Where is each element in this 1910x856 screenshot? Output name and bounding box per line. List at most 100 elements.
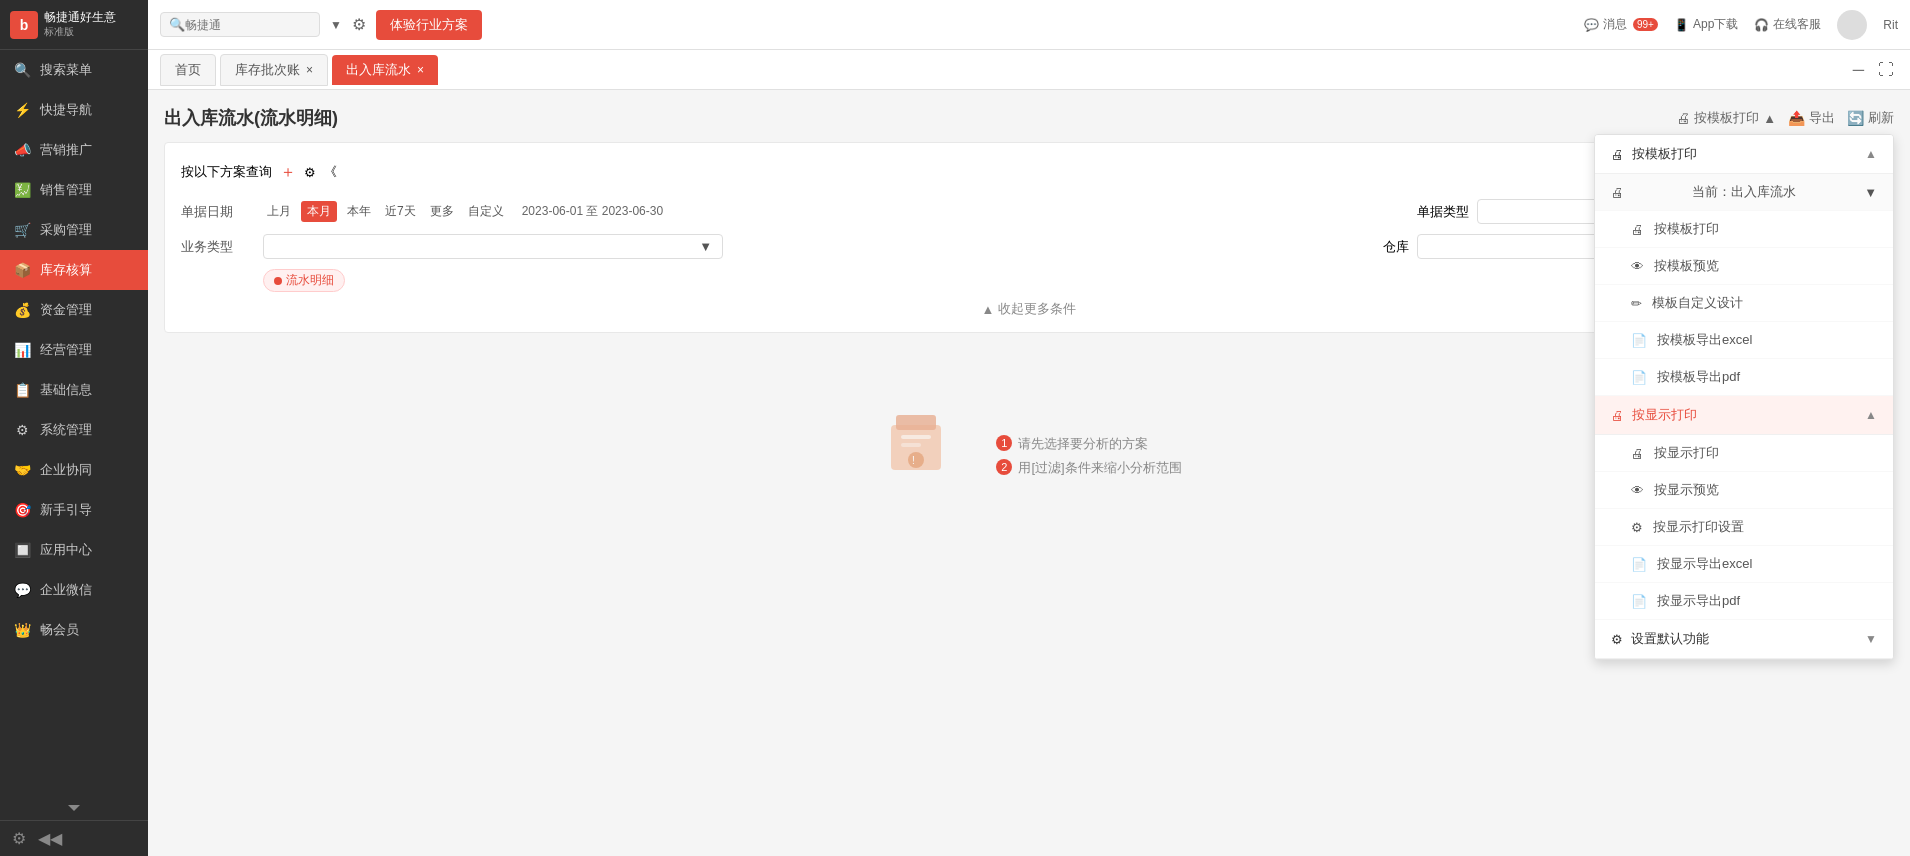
tab-expand-btn[interactable]: ⛶ — [1874, 57, 1898, 83]
app-download-btn[interactable]: 📱 App下载 — [1674, 16, 1738, 33]
sidebar-item-purchase[interactable]: 🛒 采购管理 — [0, 210, 148, 250]
search-chevron-icon[interactable]: ▼ — [330, 18, 342, 32]
date-shortcut-this-month[interactable]: 本月 — [301, 201, 337, 222]
tab-batch-ledger[interactable]: 库存批次账 × — [220, 54, 328, 86]
date-shortcut-more[interactable]: 更多 — [426, 201, 458, 222]
sidebar-label-sales: 销售管理 — [40, 181, 92, 199]
display-print-label: 按显示打印 — [1654, 444, 1719, 462]
sidebar-item-search[interactable]: 🔍 搜索菜单 — [0, 50, 148, 90]
display-excel-label: 按显示导出excel — [1657, 555, 1752, 573]
display-print-settings-item[interactable]: ⚙ 按显示打印设置 — [1595, 509, 1893, 546]
tab-batch-ledger-close[interactable]: × — [306, 63, 313, 77]
tab-flow-close[interactable]: × — [417, 63, 424, 77]
display-print-item[interactable]: 🖨 按显示打印 — [1595, 435, 1893, 472]
display-pdf-item[interactable]: 📄 按显示导出pdf — [1595, 583, 1893, 620]
display-preview-item[interactable]: 👁 按显示预览 — [1595, 472, 1893, 509]
display-excel-item[interactable]: 📄 按显示导出excel — [1595, 546, 1893, 583]
filter-tag-chip[interactable]: 流水明细 — [263, 269, 345, 292]
sidebar-item-system[interactable]: ⚙ 系统管理 — [0, 410, 148, 450]
filter-collapse-icon[interactable]: 《 — [324, 163, 337, 181]
sidebar-item-apps[interactable]: 🔲 应用中心 — [0, 530, 148, 570]
sidebar-item-finance[interactable]: 💰 资金管理 — [0, 290, 148, 330]
sidebar-item-marketing[interactable]: 📣 营销推广 — [0, 130, 148, 170]
service-btn[interactable]: 🎧 在线客服 — [1754, 16, 1821, 33]
date-range: 2023-06-01 至 2023-06-30 — [522, 203, 663, 220]
display-pdf-label: 按显示导出pdf — [1657, 592, 1740, 610]
topbar-right: 💬 消息 99+ 📱 App下载 🎧 在线客服 Rit — [1584, 10, 1898, 40]
sidebar-label-purchase: 采购管理 — [40, 221, 92, 239]
date-shortcut-prev-month[interactable]: 上月 — [263, 201, 295, 222]
sidebar-item-corp[interactable]: 🤝 企业协同 — [0, 450, 148, 490]
date-shortcut-custom[interactable]: 自定义 — [464, 201, 508, 222]
default-settings-header[interactable]: ⚙ 设置默认功能 ▼ — [1595, 620, 1893, 659]
sidebar-item-sales[interactable]: 💹 销售管理 — [0, 170, 148, 210]
display-preview-icon: 👁 — [1631, 483, 1644, 498]
date-shortcut-this-year[interactable]: 本年 — [343, 201, 375, 222]
user-avatar[interactable] — [1837, 10, 1867, 40]
sidebar-scroll-down[interactable] — [0, 796, 148, 820]
export-btn[interactable]: 📤 导出 — [1788, 109, 1835, 127]
biz-type-select[interactable]: ▼ — [263, 234, 723, 259]
sidebar-item-operations[interactable]: 📊 经营管理 — [0, 330, 148, 370]
sidebar: b 畅捷通好生意 标准版 🔍 搜索菜单 ⚡ 快捷导航 📣 营销推广 💹 销售管理… — [0, 0, 148, 856]
app-name: 畅捷通好生意 — [44, 10, 116, 26]
sidebar-item-wechat[interactable]: 💬 企业微信 — [0, 570, 148, 610]
tab-flow-label: 出入库流水 — [346, 61, 411, 79]
tab-flow[interactable]: 出入库流水 × — [332, 55, 438, 85]
template-print-item[interactable]: 🖨 按模板打印 — [1595, 211, 1893, 248]
sidebar-item-guide[interactable]: 🎯 新手引导 — [0, 490, 148, 530]
svg-rect-3 — [901, 443, 921, 447]
template-pdf-item[interactable]: 📄 按模板导出pdf — [1595, 359, 1893, 396]
display-print-section-header[interactable]: 🖨 按显示打印 ▲ — [1595, 396, 1893, 435]
current-template-chevron: ▼ — [1864, 185, 1877, 200]
topbar-gear-icon[interactable]: ⚙ — [352, 15, 366, 34]
current-template-item[interactable]: 🖨 当前：出入库流水 ▼ — [1595, 174, 1893, 211]
template-excel-item[interactable]: 📄 按模板导出excel — [1595, 322, 1893, 359]
sidebar-icon-guide: 🎯 — [12, 500, 32, 520]
username[interactable]: Rit — [1883, 18, 1898, 32]
template-print-section-header[interactable]: 🖨 按模板打印 ▲ — [1595, 135, 1893, 174]
tab-min-btn[interactable]: ─ — [1849, 57, 1868, 83]
display-print-settings-icon: ⚙ — [1631, 520, 1643, 535]
print-icon: 🖨 — [1676, 110, 1690, 126]
sidebar-label-search: 搜索菜单 — [40, 61, 92, 79]
template-design-item[interactable]: ✏ 模板自定义设计 — [1595, 285, 1893, 322]
sidebar-icon-member: 👑 — [12, 620, 32, 640]
template-print-items: 🖨 当前：出入库流水 ▼ 🖨 按模板打印 👁 按模板预览 ✏ 模板自定义设计 — [1595, 174, 1893, 396]
tag-chip-dot — [274, 277, 282, 285]
date-shortcut-7days[interactable]: 近7天 — [381, 201, 420, 222]
template-preview-item[interactable]: 👁 按模板预览 — [1595, 248, 1893, 285]
sidebar-icon-operations: 📊 — [12, 340, 32, 360]
biz-type-label: 业务类型 — [181, 238, 251, 256]
collapse-icon[interactable]: ◀◀ — [38, 829, 62, 848]
default-settings-icon: ⚙ — [1611, 632, 1623, 647]
print-btn[interactable]: 🖨 按模板打印 ▲ — [1676, 109, 1776, 127]
sidebar-item-basic[interactable]: 📋 基础信息 — [0, 370, 148, 410]
settings-icon[interactable]: ⚙ — [12, 829, 26, 848]
template-print-item-icon: 🖨 — [1631, 222, 1644, 237]
trial-btn[interactable]: 体验行业方案 — [376, 10, 482, 40]
sidebar-item-inventory[interactable]: 📦 库存核算 — [0, 250, 148, 290]
dropdown-panel: 🖨 按模板打印 ▲ 🖨 当前：出入库流水 ▼ 🖨 按模板打印 👁 按模板预览 — [1594, 134, 1894, 660]
sidebar-icon-purchase: 🛒 — [12, 220, 32, 240]
sidebar-label-apps: 应用中心 — [40, 541, 92, 559]
filter-add-btn[interactable]: ＋ — [280, 162, 296, 183]
filter-settings-icon[interactable]: ⚙ — [304, 165, 316, 180]
sidebar-label-member: 畅会员 — [40, 621, 79, 639]
message-btn[interactable]: 💬 消息 99+ — [1584, 16, 1658, 33]
sidebar-item-shortcut[interactable]: ⚡ 快捷导航 — [0, 90, 148, 130]
search-input[interactable] — [185, 18, 305, 32]
sidebar-label-finance: 资金管理 — [40, 301, 92, 319]
app-label: App下载 — [1693, 16, 1738, 33]
search-icon: 🔍 — [169, 17, 185, 32]
sidebar-label-operations: 经营管理 — [40, 341, 92, 359]
sidebar-label-wechat: 企业微信 — [40, 581, 92, 599]
topbar-search[interactable]: 🔍 — [160, 12, 320, 37]
svg-text:!: ! — [912, 455, 915, 466]
print-label: 按模板打印 — [1694, 109, 1759, 127]
sidebar-item-member[interactable]: 👑 畅会员 — [0, 610, 148, 650]
display-print-section-icon: 🖨 — [1611, 408, 1624, 423]
display-pdf-icon: 📄 — [1631, 594, 1647, 609]
refresh-btn[interactable]: 🔄 刷新 — [1847, 109, 1894, 127]
tab-home[interactable]: 首页 — [160, 54, 216, 86]
